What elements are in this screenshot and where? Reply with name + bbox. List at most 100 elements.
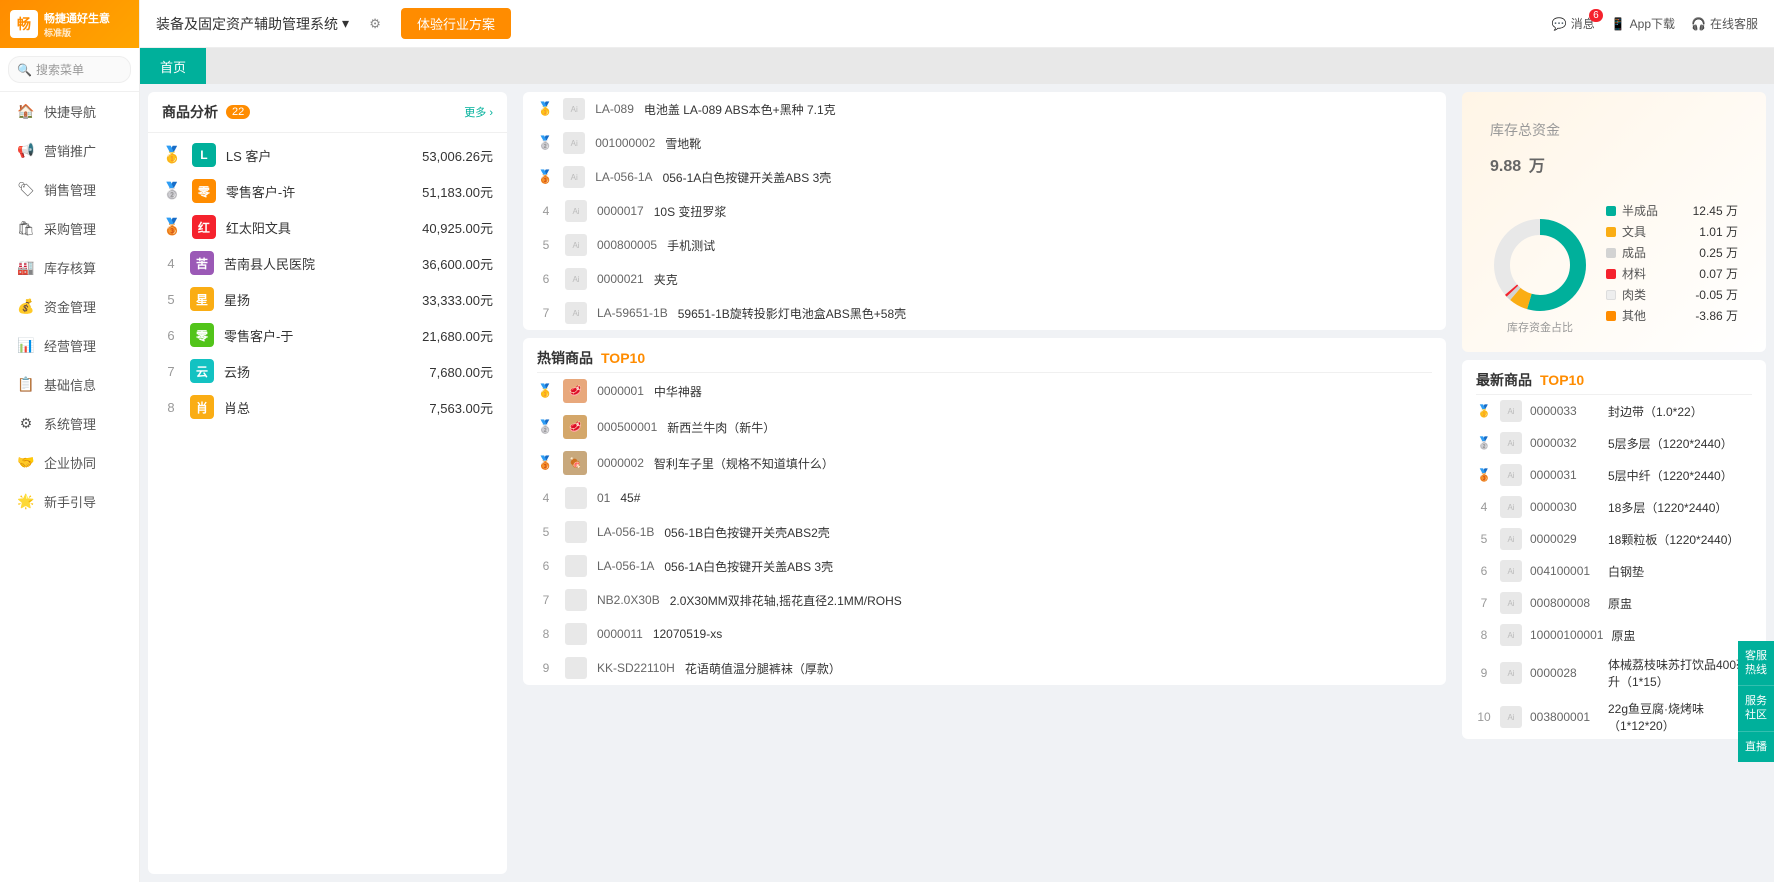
chevron-down-icon: ▾ <box>342 15 349 32</box>
legend-item-5: 肉类 -0.05 万 <box>1606 286 1738 303</box>
sidebar-item-marketing[interactable]: 📢 营销推广 <box>0 131 139 170</box>
system-name-label: 装备及固定资产辅助管理系统 <box>156 14 338 34</box>
sidebar-item-basics[interactable]: 📋 基础信息 <box>0 365 139 404</box>
more-link[interactable]: 更多 › <box>464 104 493 120</box>
legend-dot-5 <box>1606 290 1616 300</box>
settings-button[interactable]: ⚙ <box>361 10 389 38</box>
card-title-label: 商品分析 <box>162 102 218 122</box>
search-menu-button[interactable]: 🔍 搜索菜单 <box>8 56 131 83</box>
customer-avatar-6: 零 <box>190 323 214 347</box>
chart-icon: 📊 <box>16 337 36 354</box>
new-item-1: 🥇 Ai 0000033 封边带（1.0*22） <box>1462 395 1766 427</box>
sidebar-item-quick-nav[interactable]: 🏠 快捷导航 <box>0 92 139 131</box>
legend-item-1: 半成品 12.45 万 <box>1606 202 1738 219</box>
customer-item-7: 7 云 云扬 7,680.00元 <box>148 353 507 389</box>
float-btn-live[interactable]: 直播 <box>1738 732 1774 762</box>
product-item-4: 4 Ai 0000017 10S 变扭罗浆 <box>523 194 1446 228</box>
inventory-legend: 半成品 12.45 万 文具 1.01 万 成品 0.25 万 <box>1606 202 1738 328</box>
hot-item-1: 🥇 🥩 0000001 中华神器 <box>523 373 1446 409</box>
hot-item-4: 4 01 45# <box>523 481 1446 515</box>
new-img-2: Ai <box>1500 432 1522 454</box>
rank-medal-1: 🥇 <box>162 145 182 165</box>
sidebar-item-operations[interactable]: 📊 经营管理 <box>0 326 139 365</box>
new-img-10: Ai <box>1500 706 1522 728</box>
hot-products-card: 热销商品 TOP10 🥇 🥩 0000001 中华神器 🥈 🥩 00050000… <box>523 338 1446 685</box>
sidebar-item-inventory[interactable]: 🏭 库存核算 <box>0 248 139 287</box>
customer-avatar-7: 云 <box>190 359 214 383</box>
sidebar-item-newbie[interactable]: 🌟 新手引导 <box>0 482 139 521</box>
legend-item-2: 文具 1.01 万 <box>1606 223 1738 240</box>
product-img-3: Ai <box>563 166 585 188</box>
inventory-amount: 9.88 万 <box>1490 146 1738 178</box>
new-img-7: Ai <box>1500 592 1522 614</box>
sidebar-item-sales[interactable]: 🏷 销售管理 <box>0 170 139 209</box>
product-item-7: 7 Ai LA-59651-1B 59651-1B旋转投影灯电池盒ABS黑色+5… <box>523 296 1446 330</box>
customer-item-2: 🥈 零 零售客户-许 51,183.00元 <box>148 173 507 209</box>
main-area: 装备及固定资产辅助管理系统 ▾ ⚙ 体验行业方案 💬 消息 6 📱 App下载 … <box>140 0 1774 882</box>
donut-chart: 库存资金占比 <box>1490 215 1590 315</box>
new-products-title: 最新商品 TOP10 <box>1462 360 1766 394</box>
customer-item-1: 🥇 L LS 客户 53,006.26元 <box>148 137 507 173</box>
messages-button[interactable]: 💬 消息 6 <box>1552 15 1595 32</box>
new-item-3: 🥉 Ai 0000031 5层中纤（1220*2440） <box>1462 459 1766 491</box>
tag-icon: 🏷 <box>16 181 36 198</box>
system-name-dropdown[interactable]: 装备及固定资产辅助管理系统 ▾ <box>156 14 349 34</box>
customer-item-8: 8 肖 肖总 7,563.00元 <box>148 389 507 425</box>
legend-dot-1 <box>1606 206 1616 216</box>
sidebar-nav: 🏠 快捷导航 📢 营销推广 🏷 销售管理 🛍 采购管理 🏭 库存核算 💰 资金管… <box>0 92 139 882</box>
inventory-chart: 库存资金占比 半成品 12.45 万 文具 1.01 万 <box>1476 192 1752 338</box>
new-item-4: 4 Ai 0000030 18多层（1220*2440） <box>1462 491 1766 523</box>
phone-icon: 📱 <box>1611 17 1626 31</box>
search-icon: 🔍 <box>17 63 32 77</box>
topbar-actions: 💬 消息 6 📱 App下载 🎧 在线客服 <box>1552 15 1758 32</box>
sidebar-item-collab[interactable]: 🤝 企业协同 <box>0 443 139 482</box>
hot-img-3: 🍖 <box>563 451 587 475</box>
inventory-summary: 库存总资金 9.88 万 <box>1476 106 1752 192</box>
new-img-9: Ai <box>1500 662 1522 684</box>
sidebar: 畅 畅捷通好生意 标准版 🔍 搜索菜单 🏠 快捷导航 📢 营销推广 🏷 销售管理… <box>0 0 140 882</box>
float-btn-hotline[interactable]: 客服 热线 <box>1738 641 1774 687</box>
legend-item-3: 成品 0.25 万 <box>1606 244 1738 261</box>
legend-dot-3 <box>1606 248 1616 258</box>
new-img-6: Ai <box>1500 560 1522 582</box>
hot-item-9: 9 KK-SD22110H 花语萌值温分腿裤袜（厚款） <box>523 651 1446 685</box>
product-img-2: Ai <box>563 132 585 154</box>
new-item-5: 5 Ai 0000029 18颗粒板（1220*2440） <box>1462 523 1766 555</box>
hot-item-3: 🥉 🍖 0000002 智利车子里（规格不知道填什么） <box>523 445 1446 481</box>
float-btn-community[interactable]: 服务 社区 <box>1738 686 1774 732</box>
trial-plan-button[interactable]: 体验行业方案 <box>401 8 511 39</box>
new-products-card: 最新商品 TOP10 🥇 Ai 0000033 封边带（1.0*22） 🥈 Ai… <box>1462 360 1766 739</box>
card-header-customer: 商品分析 22 更多 › <box>148 92 507 133</box>
product-img-5: Ai <box>565 234 587 256</box>
hot-item-7: 7 NB2.0X30B 2.0X30MM双排花轴,摇花直径2.1MM/ROHS <box>523 583 1446 617</box>
sidebar-item-purchase[interactable]: 🛍 采购管理 <box>0 209 139 248</box>
product-item-6: 6 Ai 0000021 夹克 <box>523 262 1446 296</box>
hot-img-6 <box>565 555 587 577</box>
legend-item-4: 材料 0.07 万 <box>1606 265 1738 282</box>
product-sales-list: 🥇 Ai LA-089 电池盖 LA-089 ABS本色+黑种 7.1克 🥈 A… <box>523 92 1446 330</box>
hot-products-title: 热销商品 TOP10 <box>523 338 1446 372</box>
app-download-button[interactable]: 📱 App下载 <box>1611 15 1675 32</box>
new-img-4: Ai <box>1500 496 1522 518</box>
product-sales-card: 🥇 Ai LA-089 电池盖 LA-089 ABS本色+黑种 7.1克 🥈 A… <box>523 92 1446 330</box>
customer-item-3: 🥉 红 红太阳文具 40,925.00元 <box>148 209 507 245</box>
hot-img-7 <box>565 589 587 611</box>
online-service-button[interactable]: 🎧 在线客服 <box>1691 15 1758 32</box>
product-img-6: Ai <box>565 268 587 290</box>
sidebar-search-area: 🔍 搜索菜单 <box>0 48 139 92</box>
sidebar-item-finance[interactable]: 💰 资金管理 <box>0 287 139 326</box>
product-item-3: 🥉 Ai LA-056-1A 056-1A白色按键开关盖ABS 3壳 <box>523 160 1446 194</box>
messages-badge: 6 <box>1589 9 1603 22</box>
home-icon: 🏠 <box>16 103 36 120</box>
hot-item-5: 5 LA-056-1B 056-1B白色按键开关壳ABS2壳 <box>523 515 1446 549</box>
warehouse-icon: 🏭 <box>16 259 36 276</box>
right-panel: 库存总资金 9.88 万 <box>1454 84 1774 882</box>
megaphone-icon: 📢 <box>16 142 36 159</box>
new-img-5: Ai <box>1500 528 1522 550</box>
new-item-8: 8 Ai 10000100001 原盅 <box>1462 619 1766 651</box>
left-panel: 商品分析 22 更多 › 🥇 L LS 客户 53,006.26元 🥈 零 <box>140 84 515 882</box>
sidebar-item-system[interactable]: ⚙ 系统管理 <box>0 404 139 443</box>
sidebar-logo: 畅 畅捷通好生意 标准版 <box>0 0 139 48</box>
tab-home[interactable]: 首页 <box>140 48 206 84</box>
customer-avatar-1: L <box>192 143 216 167</box>
